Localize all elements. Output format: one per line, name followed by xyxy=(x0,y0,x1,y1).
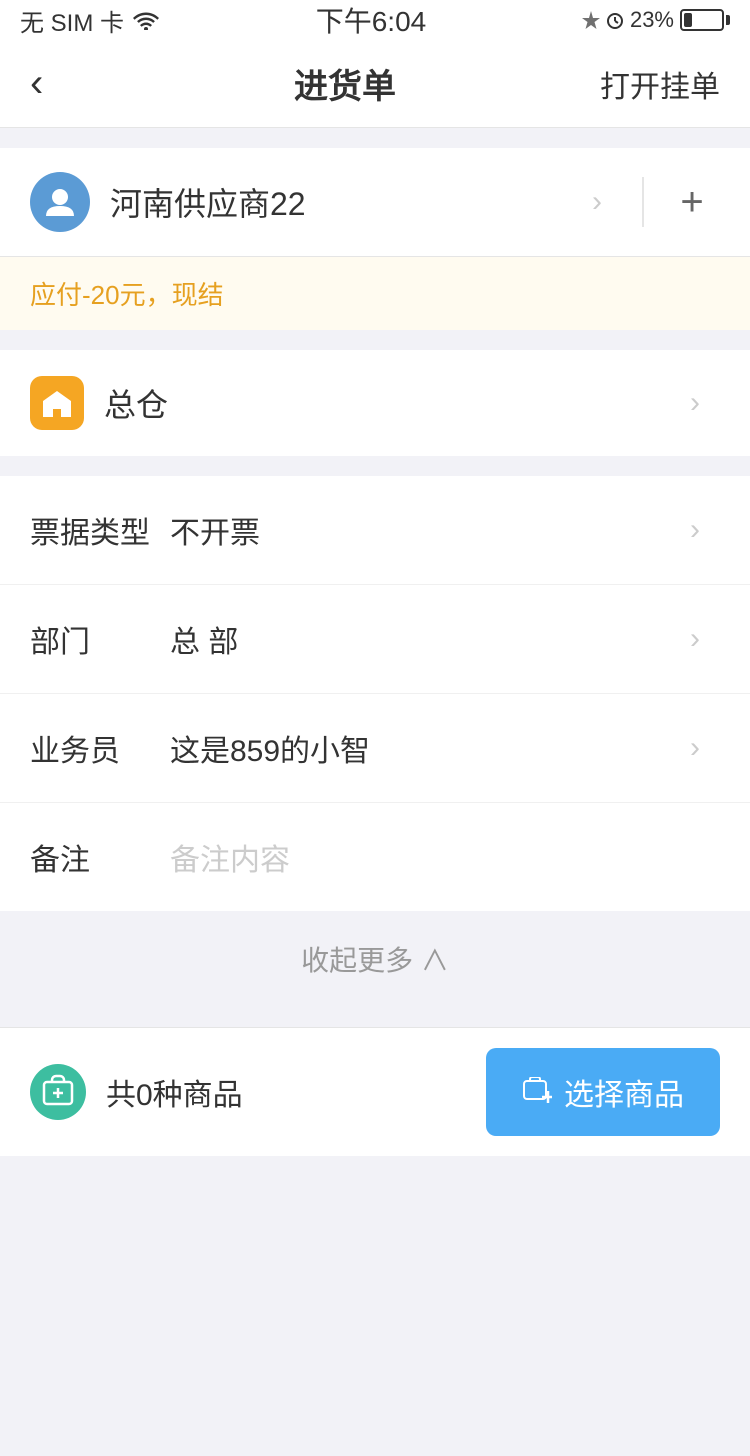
open-pending-button[interactable]: 打开挂单 xyxy=(600,62,720,106)
salesperson-value: 这是859的小智 xyxy=(170,726,690,770)
wifi-icon xyxy=(132,10,160,30)
divider xyxy=(642,177,644,227)
notice-text: 应付-20元，现结 xyxy=(30,280,224,310)
battery-percent: 23% xyxy=(630,7,674,33)
user-icon xyxy=(42,184,78,220)
collapse-row[interactable]: 收起更多 ∧ xyxy=(0,911,750,1007)
warehouse-icon xyxy=(30,376,84,430)
form-section: 票据类型 不开票 › 部门 总 部 › 业务员 这是859的小智 › 备注 备注… xyxy=(0,476,750,911)
supplier-row[interactable]: 河南供应商22 › + xyxy=(0,148,750,257)
warehouse-row[interactable]: 总仓 › xyxy=(0,350,750,456)
status-carrier: 无 SIM 卡 xyxy=(20,3,160,38)
remark-input[interactable]: 备注内容 xyxy=(170,835,720,879)
salesperson-chevron-icon: › xyxy=(690,731,700,765)
alarm-icon xyxy=(606,11,624,29)
bottom-bar: 共0种商品 选择商品 xyxy=(0,1027,750,1156)
notice-row: 应付-20元，现结 xyxy=(0,257,750,330)
bill-type-chevron-icon: › xyxy=(690,513,700,547)
gap-1 xyxy=(0,128,750,148)
location-icon xyxy=(582,11,600,29)
bill-type-value: 不开票 xyxy=(170,508,690,552)
warehouse-section: 总仓 › xyxy=(0,350,750,456)
page-background xyxy=(0,1156,750,1456)
supplier-name: 河南供应商22 xyxy=(110,179,592,225)
department-label: 部门 xyxy=(30,617,170,661)
warehouse-chevron-icon: › xyxy=(690,386,700,420)
gap-2 xyxy=(0,330,750,350)
status-bar: 无 SIM 卡 下午6:04 23% xyxy=(0,0,750,40)
product-icon xyxy=(30,1064,86,1120)
salesperson-label: 业务员 xyxy=(30,726,170,770)
product-count: 共0种商品 xyxy=(106,1070,466,1114)
nav-bar: ‹ 进货单 打开挂单 xyxy=(0,40,750,128)
supplier-section: 河南供应商22 › + 应付-20元，现结 xyxy=(0,148,750,330)
page-title: 进货单 xyxy=(294,59,396,108)
select-product-icon xyxy=(522,1077,552,1107)
add-button[interactable]: + xyxy=(664,174,720,230)
select-product-button[interactable]: 选择商品 xyxy=(486,1048,720,1136)
house-icon xyxy=(41,387,73,419)
warehouse-name: 总仓 xyxy=(104,380,690,426)
bill-type-row[interactable]: 票据类型 不开票 › xyxy=(0,476,750,585)
back-button[interactable]: ‹ xyxy=(30,61,90,106)
remark-label: 备注 xyxy=(30,835,170,879)
battery-icon xyxy=(680,9,730,31)
status-time: 下午6:04 xyxy=(316,0,427,40)
supplier-chevron-icon: › xyxy=(592,185,602,219)
gap-4 xyxy=(0,1007,750,1027)
department-row[interactable]: 部门 总 部 › xyxy=(0,585,750,694)
department-chevron-icon: › xyxy=(690,622,700,656)
salesperson-row[interactable]: 业务员 这是859的小智 › xyxy=(0,694,750,803)
cart-icon xyxy=(40,1074,76,1110)
collapse-label: 收起更多 ∧ xyxy=(301,939,449,979)
remark-row[interactable]: 备注 备注内容 xyxy=(0,803,750,911)
select-product-label: 选择商品 xyxy=(564,1070,684,1114)
supplier-avatar xyxy=(30,172,90,232)
gap-3 xyxy=(0,456,750,476)
bill-type-label: 票据类型 xyxy=(30,508,170,552)
department-value: 总 部 xyxy=(170,617,690,661)
status-right: 23% xyxy=(582,7,730,33)
